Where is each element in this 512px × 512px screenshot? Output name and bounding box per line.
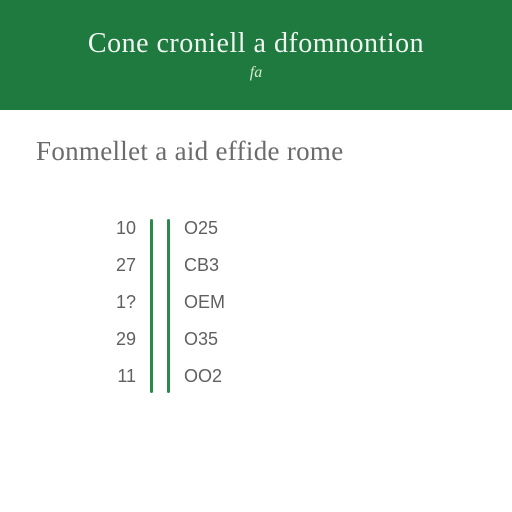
list-item: OEM <box>184 293 225 311</box>
data-table: 10 27 1? 29 11 O25 CB3 OEM O35 OO2 <box>116 219 484 393</box>
subtitle: Fonmellet a aid effide rome <box>36 136 484 167</box>
list-item: 10 <box>116 219 136 237</box>
header-title: Cone croniell a dfomnontion <box>88 28 424 60</box>
header-subscript: fa <box>250 64 262 82</box>
column-right: O25 CB3 OEM O35 OO2 <box>170 219 225 393</box>
list-item: 27 <box>116 256 136 274</box>
content-area: Fonmellet a aid effide rome 10 27 1? 29 … <box>0 110 512 393</box>
list-item: O25 <box>184 219 218 237</box>
list-item: O35 <box>184 330 218 348</box>
list-item: 1? <box>116 293 136 311</box>
column-left: 10 27 1? 29 11 <box>116 219 150 393</box>
list-item: 11 <box>117 367 136 385</box>
list-item: 29 <box>116 330 136 348</box>
header-bar: Cone croniell a dfomnontion fa <box>0 0 512 110</box>
list-item: OO2 <box>184 367 222 385</box>
list-item: CB3 <box>184 256 219 274</box>
